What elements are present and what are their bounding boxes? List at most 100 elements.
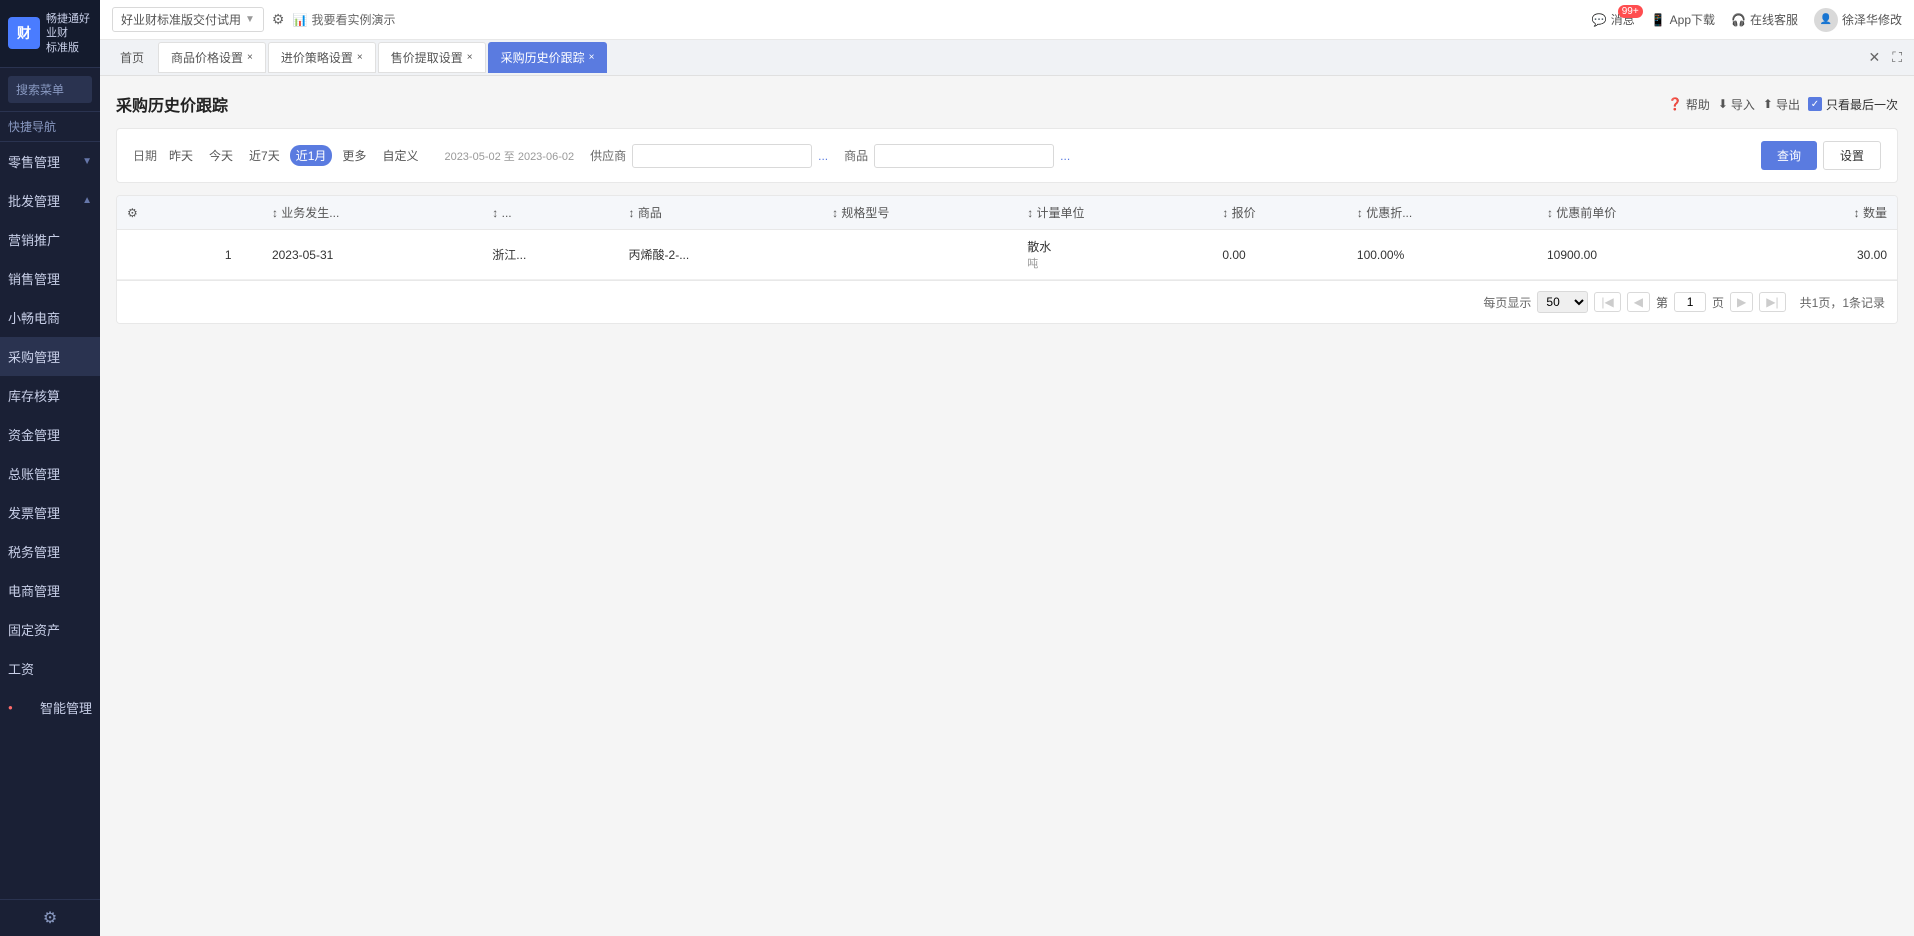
filter-date: 日期 昨天 今天 近7天 近1月 更多 自定义 (133, 145, 424, 166)
sidebar-item-invoice[interactable]: 发票管理 (0, 493, 100, 532)
sidebar-item-smart[interactable]: 智能管理 (0, 688, 100, 727)
col-quoted-price-label: ↕ 报价 (1222, 206, 1255, 220)
filter-panel: 日期 昨天 今天 近7天 近1月 更多 自定义 2023-05-02 至 202… (116, 128, 1898, 183)
sidebar-item-finance[interactable]: 资金管理 (0, 415, 100, 454)
smart-label: 智能管理 (40, 698, 92, 717)
tab-price-extract-close-icon[interactable]: × (467, 52, 473, 63)
chevron-up-icon: ▲ (82, 195, 92, 206)
tab-product-price-close-icon[interactable]: × (247, 52, 253, 63)
tax-label: 税务管理 (8, 542, 60, 561)
col-spec[interactable]: ↕ 规格型号 (822, 196, 1017, 230)
col-quantity[interactable]: ↕ 数量 (1762, 196, 1897, 230)
filter-date-range-display: 2023-05-02 至 2023-06-02 (440, 148, 574, 164)
tab-cost-strategy-close-icon[interactable]: × (357, 52, 363, 63)
page-label: 页 (1712, 294, 1724, 311)
tab-cost-strategy-label: 进价策略设置 (281, 49, 353, 66)
version-selector-text: 好业财标准版交付试用 (121, 11, 241, 28)
supplier-more-button[interactable]: ... (818, 149, 828, 163)
retail-label: 零售管理 (8, 152, 60, 171)
sidebar-item-marketing[interactable]: 营销推广 (0, 220, 100, 259)
help-button[interactable]: ❓ 帮助 (1668, 96, 1710, 113)
wholesale-label: 批发管理 (8, 191, 60, 210)
page-input[interactable] (1674, 292, 1706, 312)
cell-quantity: 30.00 (1762, 230, 1897, 280)
date-opt-1month[interactable]: 近1月 (290, 145, 333, 166)
tab-close-button[interactable]: ✕ (1864, 47, 1884, 68)
col-product-label: ↕ 商品 (629, 206, 662, 220)
filter-product: 商品 ... (844, 144, 1070, 168)
sidebar-item-wholesale[interactable]: 批发管理 ▲ (0, 181, 100, 220)
query-button[interactable]: 查询 (1761, 141, 1817, 170)
col-product[interactable]: ↕ 商品 (619, 196, 823, 230)
sidebar-item-fixed-assets[interactable]: 固定资产 (0, 610, 100, 649)
export-button[interactable]: ⬆ 导出 (1763, 96, 1800, 113)
sidebar-item-ecommerce-small[interactable]: 小畅电商 (0, 298, 100, 337)
col-number (195, 196, 262, 230)
table-row[interactable]: 1 2023-05-31 浙江... 丙烯酸-2-... 散水吨 0.00 10… (117, 230, 1897, 280)
col-extra[interactable]: ↕ ... (482, 196, 618, 230)
demo-link[interactable]: 📊 我要看实例演示 (292, 11, 395, 28)
sidebar-item-general-ledger[interactable]: 总账管理 (0, 454, 100, 493)
app-download-button[interactable]: 📱 App下载 (1651, 11, 1715, 28)
pagination: 每页显示 50 10 20 100 |◀ ◀ 第 页 ▶ ▶| 共1页，1条记录 (117, 280, 1897, 323)
only-last-label: 只看最后一次 (1826, 96, 1898, 113)
filter-row: 日期 昨天 今天 近7天 近1月 更多 自定义 2023-05-02 至 202… (133, 141, 1881, 170)
col-spec-label: ↕ 规格型号 (832, 206, 889, 220)
ecommerce-label: 电商管理 (8, 581, 60, 600)
sidebar-item-procurement[interactable]: 采购管理 (0, 337, 100, 376)
quick-nav-item[interactable]: 快捷导航 (0, 112, 100, 142)
import-button[interactable]: ⬇ 导入 (1718, 96, 1755, 113)
only-last-checkbox[interactable]: ✓ 只看最后一次 (1808, 96, 1898, 113)
col-date[interactable]: ↕ 业务发生... (262, 196, 482, 230)
tab-price-extract[interactable]: 售价提取设置 × (378, 42, 486, 73)
help-label: 帮助 (1686, 96, 1710, 113)
sidebar-item-sales[interactable]: 销售管理 (0, 259, 100, 298)
tab-home[interactable]: 首页 (108, 43, 156, 72)
col-date-label: ↕ 业务发生... (272, 206, 339, 220)
table-header-row: ⚙ ↕ 业务发生... ↕ ... ↕ 商品 ↕ 规格型号 (117, 196, 1897, 230)
col-discount[interactable]: ↕ 优惠折... (1347, 196, 1537, 230)
messages-button[interactable]: 💬 消息 99+ (1592, 11, 1635, 28)
sidebar-item-inventory[interactable]: 库存核算 (0, 376, 100, 415)
product-input[interactable] (874, 144, 1054, 168)
tab-maximize-button[interactable]: ⛶ (1888, 47, 1906, 68)
tab-purchase-history[interactable]: 采购历史价跟踪 × (488, 42, 608, 73)
date-opt-today[interactable]: 今天 (203, 145, 239, 166)
date-opt-custom[interactable]: 自定义 (376, 145, 424, 166)
prev-page-button[interactable]: ◀ (1627, 292, 1650, 312)
tab-purchase-history-close-icon[interactable]: × (589, 52, 595, 63)
inventory-label: 库存核算 (8, 386, 60, 405)
tab-product-price[interactable]: 商品价格设置 × (158, 42, 266, 73)
online-service-button[interactable]: 🎧 在线客服 (1731, 11, 1798, 28)
demo-label: 我要看实例演示 (311, 11, 395, 28)
search-menu-button[interactable]: 搜索菜单 (8, 76, 92, 103)
col-quoted-price[interactable]: ↕ 报价 (1212, 196, 1347, 230)
tab-cost-strategy[interactable]: 进价策略设置 × (268, 42, 376, 73)
sidebar-item-tax[interactable]: 税务管理 (0, 532, 100, 571)
supplier-input[interactable] (632, 144, 812, 168)
version-selector[interactable]: 好业财标准版交付试用 ▼ (112, 7, 264, 32)
date-opt-yesterday[interactable]: 昨天 (163, 145, 199, 166)
sidebar-settings-button[interactable]: ⚙ (43, 908, 57, 928)
product-more-button[interactable]: ... (1060, 149, 1070, 163)
date-opt-7days[interactable]: 近7天 (243, 145, 286, 166)
col-gear[interactable]: ⚙ (117, 196, 195, 230)
col-discount-label: ↕ 优惠折... (1357, 206, 1412, 220)
per-page-select[interactable]: 50 10 20 100 (1537, 291, 1588, 313)
settings-button[interactable]: 设置 (1823, 141, 1881, 170)
sidebar-item-payroll[interactable]: 工资 (0, 649, 100, 688)
date-opt-more[interactable]: 更多 (336, 145, 372, 166)
topbar-settings-button[interactable]: ⚙ (272, 11, 285, 28)
last-page-button[interactable]: ▶| (1759, 292, 1785, 312)
sidebar-item-retail[interactable]: 零售管理 ▼ (0, 142, 100, 181)
sidebar-item-ecommerce[interactable]: 电商管理 (0, 571, 100, 610)
filter-supplier: 供应商 ... (590, 144, 828, 168)
next-page-button[interactable]: ▶ (1730, 292, 1753, 312)
user-menu[interactable]: 👤 徐泽华修改 (1814, 8, 1902, 32)
col-unit[interactable]: ↕ 计量单位 (1017, 196, 1212, 230)
invoice-label: 发票管理 (8, 503, 60, 522)
cell-quoted-price: 0.00 (1212, 230, 1347, 280)
first-page-button[interactable]: |◀ (1594, 292, 1620, 312)
tabbar: 首页 商品价格设置 × 进价策略设置 × 售价提取设置 × 采购历史价跟踪 × … (100, 40, 1914, 76)
col-orig-price[interactable]: ↕ 优惠前单价 (1537, 196, 1762, 230)
